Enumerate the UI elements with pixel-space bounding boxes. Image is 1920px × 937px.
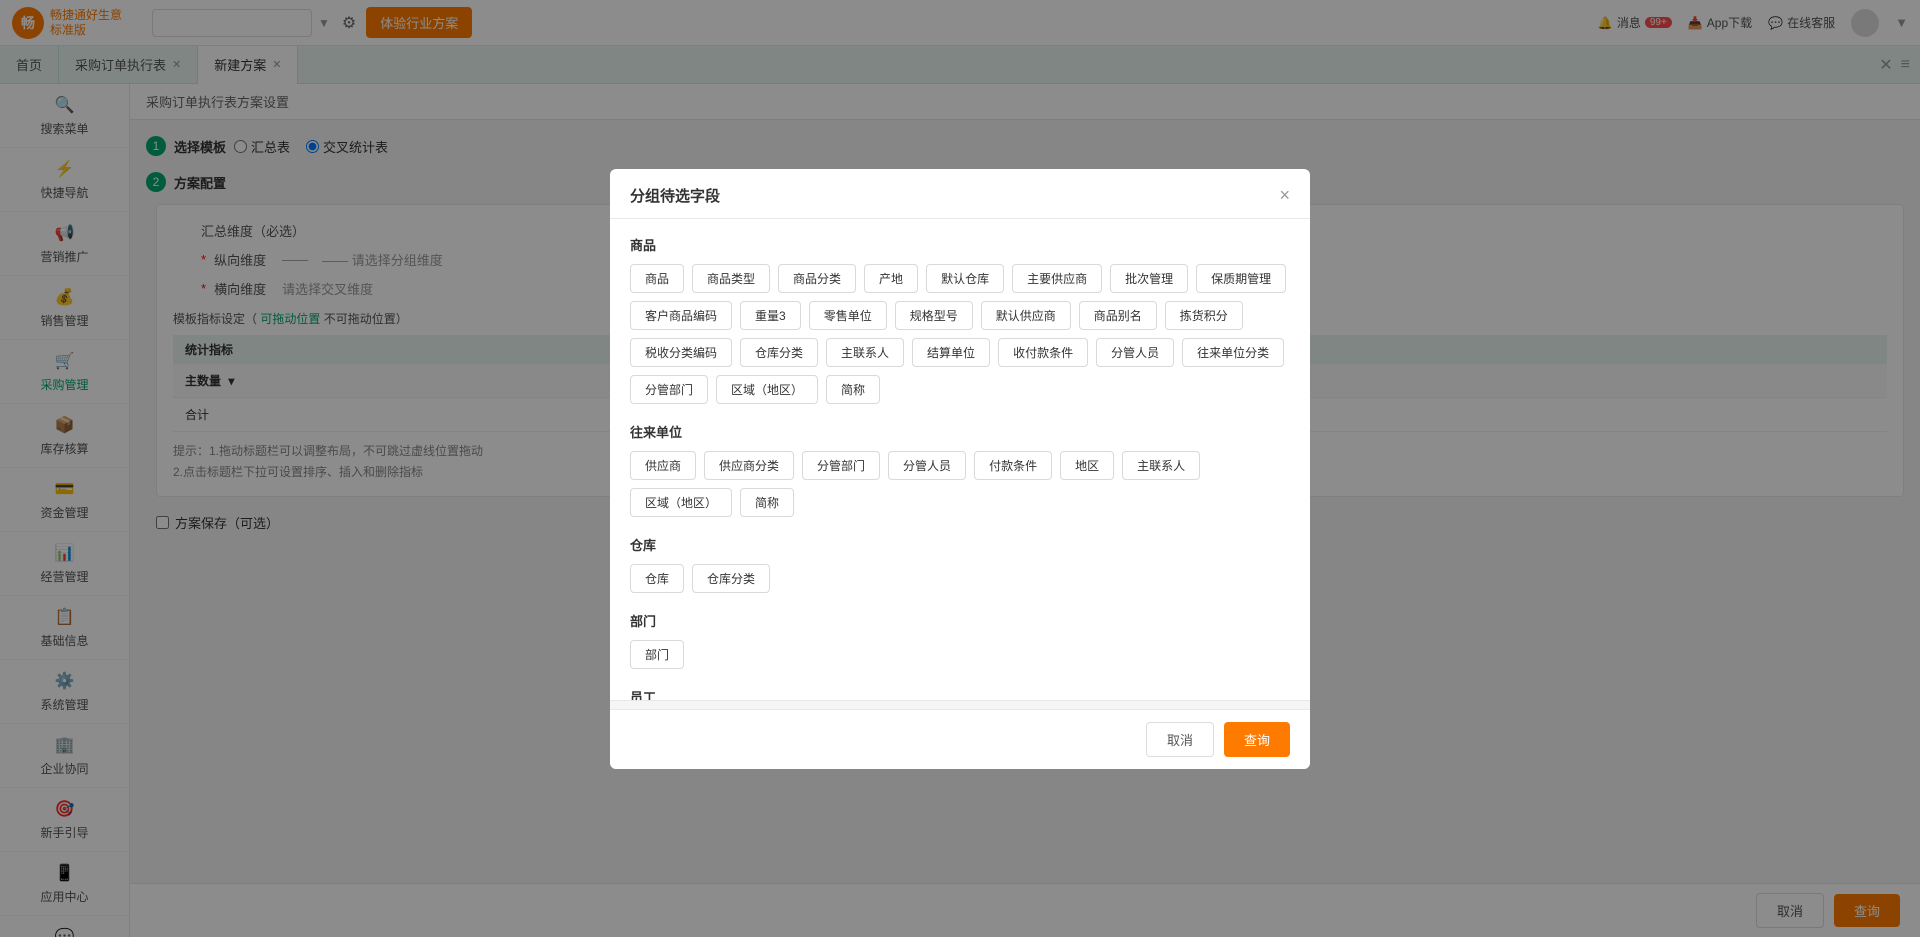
field-tag[interactable]: 商品分类 [778, 264, 856, 293]
field-tag[interactable]: 供应商 [630, 451, 696, 480]
field-tag[interactable]: 保质期管理 [1196, 264, 1286, 293]
field-tag[interactable]: 重量3 [740, 301, 801, 330]
field-tag[interactable]: 区域（地区） [630, 488, 732, 517]
section-employee: 员工 业务员 [630, 687, 1290, 700]
field-tag[interactable]: 收付款条件 [998, 338, 1088, 367]
section-department-fields: 部门 [630, 640, 1290, 669]
field-tag[interactable]: 仓库 [630, 564, 684, 593]
modal-body[interactable]: 商品 商品 商品类型 商品分类 产地 默认仓库 主要供应商 批次管理 保质期管理… [610, 219, 1310, 700]
field-tag[interactable]: 主联系人 [1122, 451, 1200, 480]
section-partners-title: 往来单位 [630, 422, 1290, 441]
field-tag[interactable]: 简称 [740, 488, 794, 517]
field-tag[interactable]: 商品 [630, 264, 684, 293]
modal: 分组待选字段 × 商品 商品 商品类型 商品分类 产地 默认仓库 主要供应商 批… [610, 169, 1310, 769]
field-tag[interactable]: 商品类型 [692, 264, 770, 293]
field-tag[interactable]: 默认仓库 [926, 264, 1004, 293]
field-tag[interactable]: 默认供应商 [981, 301, 1071, 330]
field-tag[interactable]: 地区 [1060, 451, 1114, 480]
section-department-title: 部门 [630, 611, 1290, 630]
field-tag[interactable]: 商品别名 [1079, 301, 1157, 330]
modal-title: 分组待选字段 [630, 185, 720, 206]
field-tag[interactable]: 往来单位分类 [1182, 338, 1284, 367]
section-warehouse-title: 仓库 [630, 535, 1290, 554]
modal-overlay: 分组待选字段 × 商品 商品 商品类型 商品分类 产地 默认仓库 主要供应商 批… [0, 0, 1920, 937]
modal-close-btn[interactable]: × [1279, 186, 1290, 204]
field-tag[interactable]: 税收分类编码 [630, 338, 732, 367]
field-tag[interactable]: 付款条件 [974, 451, 1052, 480]
section-goods-title: 商品 [630, 235, 1290, 254]
confirm-button[interactable]: 查询 [1224, 722, 1290, 757]
modal-footer: 取消 查询 [610, 709, 1310, 769]
field-tag[interactable]: 批次管理 [1110, 264, 1188, 293]
field-tag[interactable]: 分管部门 [630, 375, 708, 404]
section-warehouse-fields: 仓库 仓库分类 [630, 564, 1290, 593]
field-tag[interactable]: 供应商分类 [704, 451, 794, 480]
field-tag[interactable]: 拣货积分 [1165, 301, 1243, 330]
field-tag[interactable]: 分管人员 [1096, 338, 1174, 367]
field-tag[interactable]: 主要供应商 [1012, 264, 1102, 293]
field-tag[interactable]: 结算单位 [912, 338, 990, 367]
field-tag[interactable]: 产地 [864, 264, 918, 293]
field-tag[interactable]: 简称 [826, 375, 880, 404]
section-partners-fields: 供应商 供应商分类 分管部门 分管人员 付款条件 地区 主联系人 区域（地区） … [630, 451, 1290, 517]
field-tag[interactable]: 规格型号 [895, 301, 973, 330]
section-department: 部门 部门 [630, 611, 1290, 669]
field-tag[interactable]: 零售单位 [809, 301, 887, 330]
field-tag[interactable]: 仓库分类 [692, 564, 770, 593]
modal-header: 分组待选字段 × [610, 169, 1310, 219]
field-tag[interactable]: 主联系人 [826, 338, 904, 367]
section-employee-title: 员工 [630, 687, 1290, 700]
section-warehouse: 仓库 仓库 仓库分类 [630, 535, 1290, 593]
field-tag[interactable]: 分管部门 [802, 451, 880, 480]
horizontal-scrollbar[interactable] [610, 700, 1310, 709]
field-tag[interactable]: 区域（地区） [716, 375, 818, 404]
field-tag[interactable]: 仓库分类 [740, 338, 818, 367]
field-tag[interactable]: 客户商品编码 [630, 301, 732, 330]
section-goods-fields: 商品 商品类型 商品分类 产地 默认仓库 主要供应商 批次管理 保质期管理 客户… [630, 264, 1290, 404]
field-tag[interactable]: 分管人员 [888, 451, 966, 480]
field-tag[interactable]: 部门 [630, 640, 684, 669]
section-goods: 商品 商品 商品类型 商品分类 产地 默认仓库 主要供应商 批次管理 保质期管理… [630, 235, 1290, 404]
section-partners: 往来单位 供应商 供应商分类 分管部门 分管人员 付款条件 地区 主联系人 区域… [630, 422, 1290, 517]
cancel-button[interactable]: 取消 [1146, 722, 1214, 757]
